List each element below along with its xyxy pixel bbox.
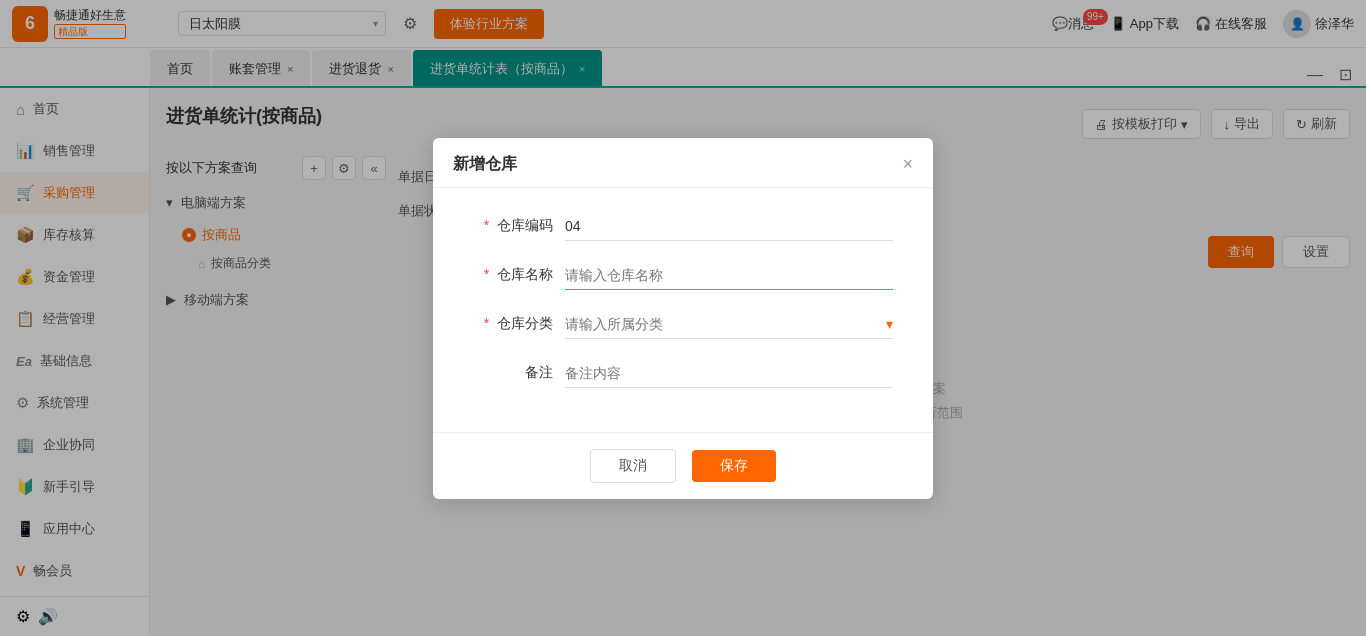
form-row-code: * 仓库编码 — [473, 212, 893, 241]
name-label-text: 仓库名称 — [497, 266, 553, 282]
modal-close-button[interactable]: × — [902, 155, 913, 173]
required-star-name: * — [484, 266, 489, 282]
category-input[interactable] — [565, 310, 886, 338]
modal-header: 新增仓库 × — [433, 138, 933, 188]
form-row-category: * 仓库分类 ▾ — [473, 310, 893, 339]
modal-overlay: 新增仓库 × * 仓库编码 * 仓库名称 — [0, 0, 1366, 636]
note-input[interactable] — [565, 359, 893, 388]
modal-footer: 取消 保存 — [433, 432, 933, 499]
required-star-code: * — [484, 217, 489, 233]
name-label: * 仓库名称 — [473, 266, 553, 284]
modal-dialog: 新增仓库 × * 仓库编码 * 仓库名称 — [433, 138, 933, 499]
cancel-button[interactable]: 取消 — [590, 449, 676, 483]
form-row-name: * 仓库名称 — [473, 261, 893, 290]
code-label-text: 仓库编码 — [497, 217, 553, 233]
category-label: * 仓库分类 — [473, 315, 553, 333]
code-input[interactable] — [565, 212, 893, 241]
category-select-wrap: ▾ — [565, 310, 893, 339]
save-button[interactable]: 保存 — [692, 450, 776, 482]
category-chevron-icon: ▾ — [886, 316, 893, 332]
required-star-category: * — [484, 315, 489, 331]
name-input[interactable] — [565, 261, 893, 290]
form-row-note: 备注 — [473, 359, 893, 388]
modal-body: * 仓库编码 * 仓库名称 * 仓库分类 — [433, 188, 933, 432]
modal-title: 新增仓库 — [453, 154, 517, 175]
code-label: * 仓库编码 — [473, 217, 553, 235]
note-label: 备注 — [473, 364, 553, 382]
note-label-text: 备注 — [525, 364, 553, 380]
category-label-text: 仓库分类 — [497, 315, 553, 331]
